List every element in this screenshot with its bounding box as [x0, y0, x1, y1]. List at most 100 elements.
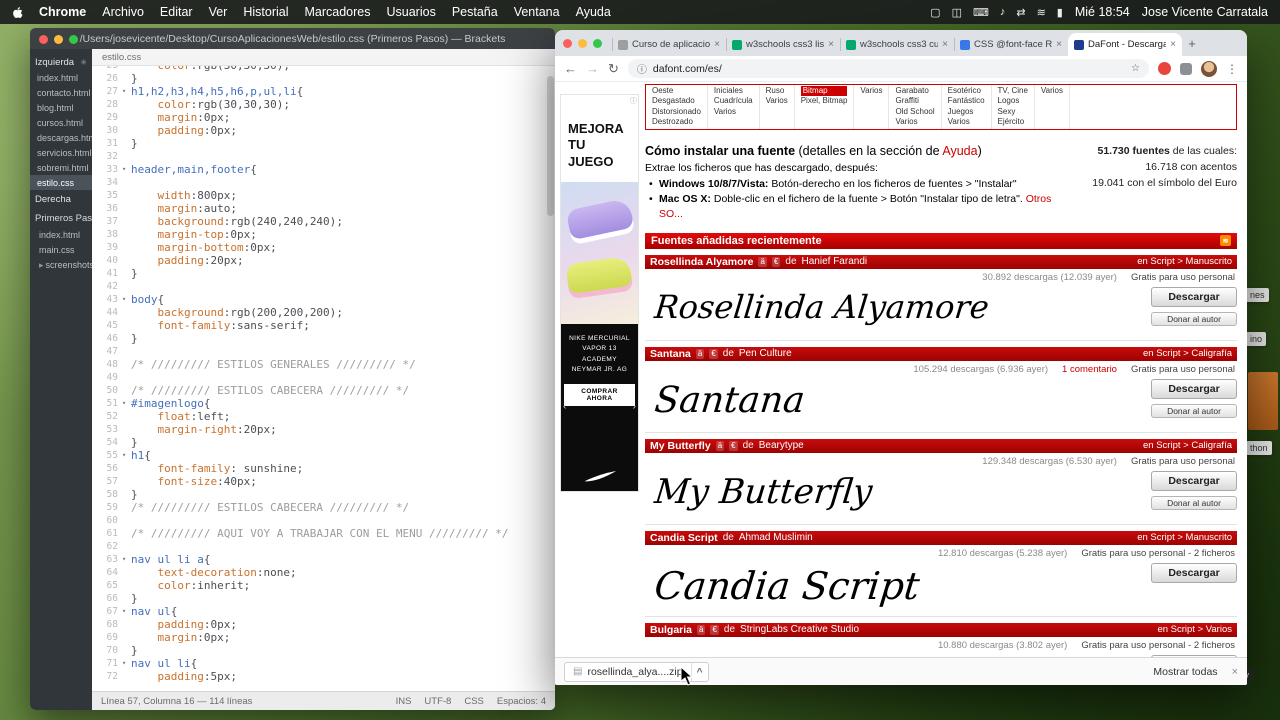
code-text[interactable]: /* ///////// ESTILOS CABECERA ///////// … [131, 501, 555, 514]
code-text[interactable]: padding:0px; [131, 124, 555, 137]
category-link[interactable]: Iniciales [714, 86, 753, 96]
fold-marker-icon[interactable] [122, 631, 131, 644]
menu-pestaña[interactable]: Pestaña [452, 5, 498, 19]
menu-editar[interactable]: Editar [160, 5, 193, 19]
menu-ventana[interactable]: Ventana [514, 5, 560, 19]
reload-button[interactable]: ↻ [608, 61, 619, 77]
code-text[interactable]: width:800px; [131, 189, 555, 202]
fold-marker-icon[interactable] [122, 215, 131, 228]
fold-marker-icon[interactable]: ▾ [122, 397, 131, 410]
code-text[interactable]: nav ul{ [131, 605, 555, 618]
category-link[interactable]: Bitmap [800, 86, 848, 97]
fold-marker-icon[interactable] [122, 644, 131, 657]
download-button[interactable]: Descargar [1151, 654, 1237, 657]
status-item[interactable]: CSS [464, 696, 484, 707]
fold-marker-icon[interactable] [122, 189, 131, 202]
fold-marker-icon[interactable]: ▾ [122, 657, 131, 670]
fold-marker-icon[interactable]: ▾ [122, 85, 131, 98]
project-file-index.html[interactable]: index.html [30, 227, 92, 242]
font-name-link[interactable]: Bulgaria [650, 624, 692, 636]
code-text[interactable]: margin-top:0px; [131, 228, 555, 241]
category-link[interactable]: Distorsionado [652, 107, 701, 117]
fold-marker-icon[interactable] [122, 384, 131, 397]
category-link[interactable]: Ejército [998, 117, 1028, 127]
sidebar-file-contacto.html[interactable]: contacto.html [30, 85, 92, 100]
donate-button[interactable]: Donar al autor [1151, 495, 1237, 510]
font-author-link[interactable]: Bearytype [759, 440, 804, 451]
code-text[interactable] [131, 514, 555, 527]
font-author-link[interactable]: Ahmad Muslimin [739, 532, 813, 543]
category-link[interactable]: Varios [1041, 86, 1063, 96]
code-text[interactable]: padding:20px; [131, 254, 555, 267]
fold-marker-icon[interactable] [122, 137, 131, 150]
category-link[interactable]: Sexy [998, 107, 1028, 117]
fold-marker-icon[interactable] [122, 514, 131, 527]
display-icon[interactable]: ▢ [930, 6, 940, 19]
code-text[interactable]: } [131, 592, 555, 605]
font-author-link[interactable]: Pen Culture [739, 348, 792, 359]
category-link[interactable]: Logos [998, 96, 1028, 106]
category-link[interactable]: Terror [652, 128, 701, 129]
code-text[interactable]: background:rgb(200,200,200); [131, 306, 555, 319]
code-text[interactable]: } [131, 137, 555, 150]
code-text[interactable]: margin-right:20px; [131, 423, 555, 436]
close-download-bar-icon[interactable]: × [1232, 666, 1238, 678]
code-text[interactable]: padding:0px; [131, 618, 555, 631]
code-text[interactable]: } [131, 332, 555, 345]
code-text[interactable]: /* ///////// ESTILOS CABECERA ///////// … [131, 384, 555, 397]
battery-icon[interactable]: ▮ [1057, 6, 1063, 19]
category-link[interactable]: Garabato [895, 86, 934, 96]
code-text[interactable]: font-family: sunshine; [131, 462, 555, 475]
download-button[interactable]: Descargar [1151, 378, 1237, 399]
category-link[interactable]: Destrozado [652, 117, 701, 127]
category-link[interactable]: Varios [860, 86, 882, 96]
category-link[interactable]: Desgastado [652, 96, 701, 106]
download-button[interactable]: Descargar [1151, 562, 1237, 583]
ad-banner[interactable]: ⓘ MEJORA TU JUEGO ‹ › NIKE MERCURIAL VAP… [560, 94, 639, 492]
close-tab-icon[interactable]: × [1170, 39, 1176, 50]
font-name-link[interactable]: Rosellinda Alyamore [650, 256, 753, 268]
code-text[interactable] [131, 540, 555, 553]
code-text[interactable]: color:inherit; [131, 579, 555, 592]
site-info-icon[interactable]: ⓘ [637, 61, 647, 76]
category-link[interactable]: Varios [766, 96, 788, 106]
fold-marker-icon[interactable] [122, 358, 131, 371]
fold-marker-icon[interactable] [122, 670, 131, 683]
fold-marker-icon[interactable] [122, 202, 131, 215]
code-text[interactable]: color:rgb(30,30,30); [131, 98, 555, 111]
code-text[interactable]: h1{ [131, 449, 555, 462]
rss-icon[interactable]: ≋ [1220, 235, 1231, 247]
comments-link[interactable]: 1 comentario [1062, 364, 1117, 375]
gear-icon[interactable]: ✳ [80, 58, 87, 67]
font-preview[interactable]: Rosellinda Alyamore [643, 284, 1153, 326]
menu-marcadores[interactable]: Marcadores [305, 5, 371, 19]
font-author-link[interactable]: StringLabs Creative Studio [740, 624, 859, 635]
carousel-right-icon[interactable]: › [633, 401, 636, 412]
browser-tab[interactable]: CSS @font-face Ru...× [954, 33, 1068, 56]
sync-icon[interactable]: ⇄ [1016, 6, 1025, 19]
browser-tab[interactable]: w3schools css3 cus...× [840, 33, 954, 56]
fold-marker-icon[interactable] [122, 618, 131, 631]
category-link[interactable]: Esotérico [948, 86, 985, 96]
fold-marker-icon[interactable] [122, 176, 131, 189]
code-text[interactable]: padding:5px; [131, 670, 555, 683]
font-name-link[interactable]: Candia Script [650, 532, 718, 544]
browser-tab[interactable]: w3schools css3 list...× [726, 33, 840, 56]
minimize-button[interactable] [54, 34, 63, 44]
font-preview[interactable]: Candia Script [642, 560, 1153, 608]
fold-marker-icon[interactable] [122, 579, 131, 592]
zoom-button[interactable] [593, 38, 602, 48]
category-link[interactable]: Cuadrícula [714, 96, 753, 106]
code-text[interactable]: header,main,footer{ [131, 163, 555, 176]
back-button[interactable]: ← [564, 61, 577, 76]
sidebar-file-sobremi.html[interactable]: sobremi.html [30, 160, 92, 175]
category-link[interactable]: Música [998, 128, 1028, 129]
code-text[interactable]: font-size:40px; [131, 475, 555, 488]
wifi-icon[interactable]: ≋ [1037, 6, 1046, 19]
ad-choices-icon[interactable]: ⓘ [630, 96, 637, 106]
volume-icon[interactable]: ♪ [1000, 6, 1006, 19]
font-preview[interactable]: Bulgaria [643, 652, 1154, 657]
fold-marker-icon[interactable] [122, 72, 131, 85]
chrome-menu-icon[interactable]: ⋮ [1226, 62, 1238, 76]
category-link[interactable]: Varios [948, 117, 985, 127]
